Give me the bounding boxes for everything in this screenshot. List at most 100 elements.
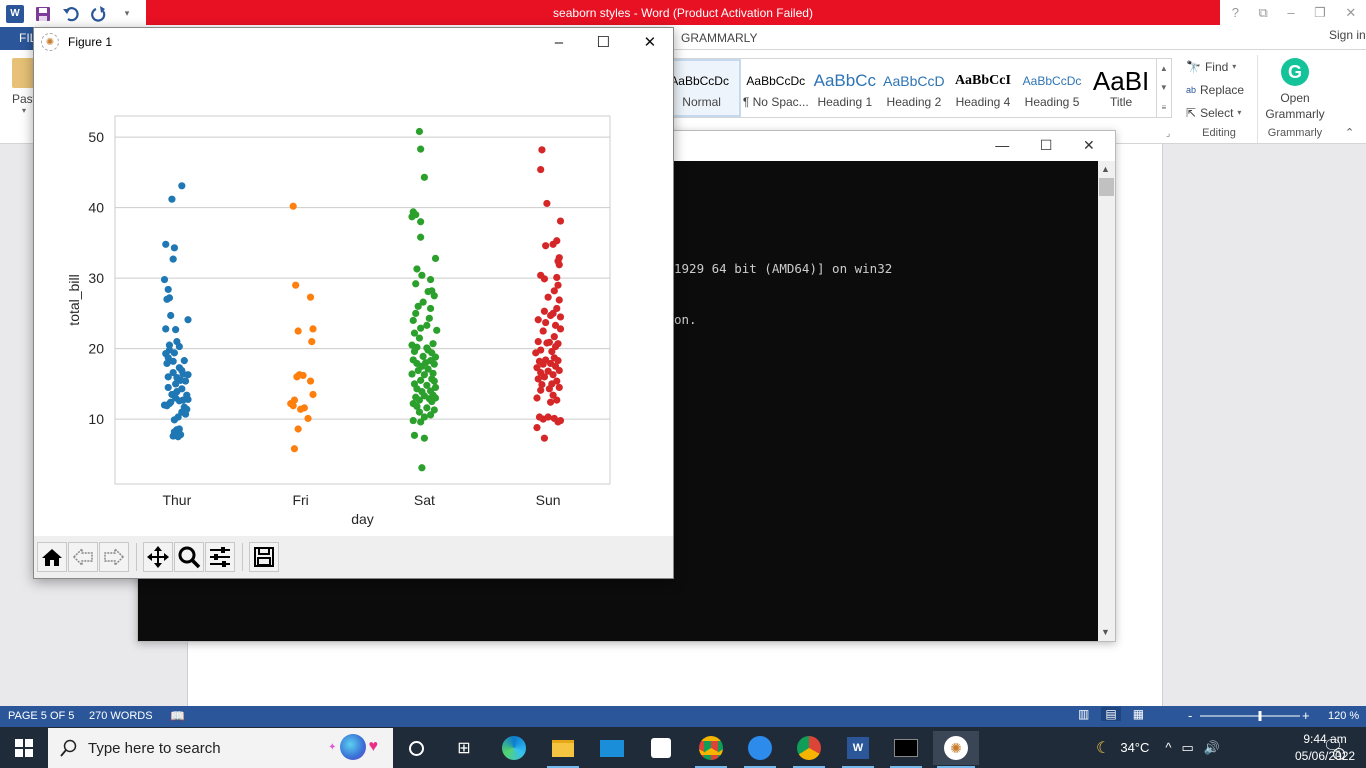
x-tick-label: Sun: [536, 492, 561, 508]
open-grammarly-button[interactable]: G Open Grammarly: [1260, 55, 1330, 122]
sign-in-link[interactable]: Sign in: [1329, 28, 1366, 42]
style-heading-5[interactable]: AaBbCcDc Heading 5: [1017, 59, 1086, 117]
maximize-icon[interactable]: ☐: [597, 33, 610, 51]
collapse-ribbon-icon[interactable]: ⌃: [1345, 126, 1354, 139]
binoculars-icon: 🔭: [1186, 59, 1201, 74]
close-icon[interactable]: ✕: [1083, 137, 1095, 154]
taskbar-store[interactable]: [641, 731, 681, 765]
minimize-icon[interactable]: –: [1287, 5, 1294, 20]
data-point-sun: [553, 396, 561, 404]
y-axis-label: total_bill: [66, 274, 82, 325]
weather-icon[interactable]: ☾: [1096, 738, 1110, 758]
taskbar-chrome-profile[interactable]: [691, 731, 731, 768]
figure-title-bar[interactable]: ✺ Figure 1 – ☐ ✕: [34, 28, 673, 56]
console-scroll-thumb[interactable]: [1099, 178, 1114, 196]
data-point-sun: [556, 325, 565, 333]
taskbar-edge[interactable]: [494, 731, 534, 765]
style-heading-2[interactable]: AaBbCcD Heading 2: [879, 59, 948, 117]
taskbar-command-prompt[interactable]: [886, 731, 926, 768]
taskbar-file-explorer[interactable]: [543, 731, 583, 768]
data-point-thur: [169, 255, 177, 263]
console-text: 1929 64 bit (AMD64)] on win32 on.: [674, 226, 892, 345]
notification-center-button[interactable]: 🗨 1: [1323, 736, 1345, 760]
close-icon[interactable]: ✕: [644, 33, 657, 51]
scroll-down-icon[interactable]: ▼: [1160, 83, 1168, 92]
data-point-sun: [553, 273, 561, 282]
data-point-sun: [549, 240, 557, 248]
style-heading-4[interactable]: AaBbCcI Heading 4: [948, 59, 1017, 117]
taskbar-word[interactable]: W: [838, 731, 878, 768]
restore-icon[interactable]: ❐: [1314, 5, 1326, 21]
data-point-sat: [417, 145, 425, 153]
taskbar-mail[interactable]: [592, 731, 632, 765]
style-title[interactable]: AaBI Title: [1087, 59, 1156, 117]
back-button[interactable]: [68, 542, 98, 572]
styles-dialog-launcher-icon[interactable]: ⌟: [1166, 128, 1170, 139]
weather-temperature[interactable]: 34°C: [1120, 740, 1149, 755]
help-icon[interactable]: ?: [1232, 5, 1239, 20]
meet-now-icon[interactable]: ▭: [1182, 740, 1194, 756]
scroll-up-icon[interactable]: ▲: [1160, 64, 1168, 73]
ribbon-display-options-icon[interactable]: ⧉: [1259, 5, 1268, 21]
grammarly-group-label: Grammarly: [1267, 127, 1323, 139]
start-button[interactable]: [0, 727, 48, 768]
more-styles-icon[interactable]: ≡: [1161, 103, 1166, 112]
zoom-button[interactable]: [174, 542, 204, 572]
minimize-icon[interactable]: –: [555, 34, 563, 51]
show-hidden-icons-icon[interactable]: ^: [1165, 740, 1171, 755]
home-button[interactable]: [37, 542, 67, 572]
data-point-sun: [539, 415, 547, 423]
web-layout-icon[interactable]: ▦: [1133, 707, 1144, 721]
data-point-fri: [292, 281, 300, 289]
page-count[interactable]: PAGE 5 OF 5: [8, 710, 74, 722]
scroll-up-icon[interactable]: ▲: [1101, 164, 1110, 174]
figure-canvas[interactable]: 10 20 30 40 50 Thur Fri Sat Sun day total_bill: [34, 56, 673, 536]
zoom-slider[interactable]: - +: [1188, 708, 1314, 724]
word-count[interactable]: 270 WORDS: [89, 710, 153, 722]
data-point-thur: [181, 410, 190, 418]
replace-button[interactable]: ab Replace: [1180, 78, 1257, 101]
y-tick-labels: 10 20 30 40 50: [88, 129, 104, 427]
pan-button[interactable]: [143, 542, 173, 572]
save-figure-button[interactable]: [249, 542, 279, 572]
taskbar-search[interactable]: Type here to search ✦ ♥: [48, 728, 393, 768]
configure-subplots-button[interactable]: [205, 542, 235, 572]
zoom-out-icon: -: [1188, 708, 1192, 723]
cortana-button[interactable]: [396, 731, 436, 765]
print-layout-icon[interactable]: ▤: [1101, 707, 1121, 721]
data-point-sat: [417, 218, 425, 226]
word-icon[interactable]: W: [6, 4, 24, 23]
console-scrollbar[interactable]: [1098, 161, 1115, 641]
close-icon[interactable]: ✕: [1345, 5, 1356, 21]
read-mode-icon[interactable]: ▥: [1078, 707, 1089, 721]
forward-button[interactable]: [99, 542, 129, 572]
data-point-sun: [539, 327, 547, 335]
taskbar-messenger[interactable]: [740, 731, 780, 768]
customize-qat-icon[interactable]: ▾: [118, 5, 136, 23]
replace-icon: ab: [1186, 84, 1197, 95]
data-point-sat: [415, 396, 424, 404]
task-view-button[interactable]: ⊞: [444, 731, 484, 765]
windows-logo-icon: [15, 738, 33, 757]
find-button[interactable]: 🔭 Find ▾: [1180, 55, 1257, 78]
zoom-level[interactable]: 120 %: [1328, 710, 1359, 722]
tab-grammarly[interactable]: GRAMMARLY: [681, 31, 757, 45]
taskbar-chrome[interactable]: [789, 731, 829, 768]
redo-icon[interactable]: [90, 5, 108, 23]
style-sample: AaBbCcDc: [672, 74, 729, 88]
save-icon[interactable]: [34, 5, 52, 23]
style-heading-1[interactable]: AaBbCc Heading 1: [810, 59, 879, 117]
undo-icon[interactable]: [62, 5, 80, 23]
zoom-slider-thumb: [1258, 711, 1262, 721]
data-point-sat: [415, 127, 424, 136]
style-no-spacing[interactable]: AaBbCcDc ¶ No Spac...: [741, 59, 810, 117]
style-normal[interactable]: AaBbCcDc Normal: [672, 59, 742, 117]
select-button[interactable]: ⇱ Select ▾: [1180, 101, 1257, 124]
maximize-icon[interactable]: ☐: [1040, 137, 1053, 154]
scroll-down-icon[interactable]: ▼: [1101, 627, 1110, 637]
volume-icon[interactable]: 🔊: [1204, 740, 1220, 756]
minimize-icon[interactable]: —: [995, 137, 1009, 153]
taskbar-matplotlib[interactable]: ✺: [933, 731, 979, 768]
proofing-icon[interactable]: 📖: [170, 709, 185, 723]
styles-gallery-scroll[interactable]: ▲ ▼ ≡: [1155, 59, 1171, 117]
